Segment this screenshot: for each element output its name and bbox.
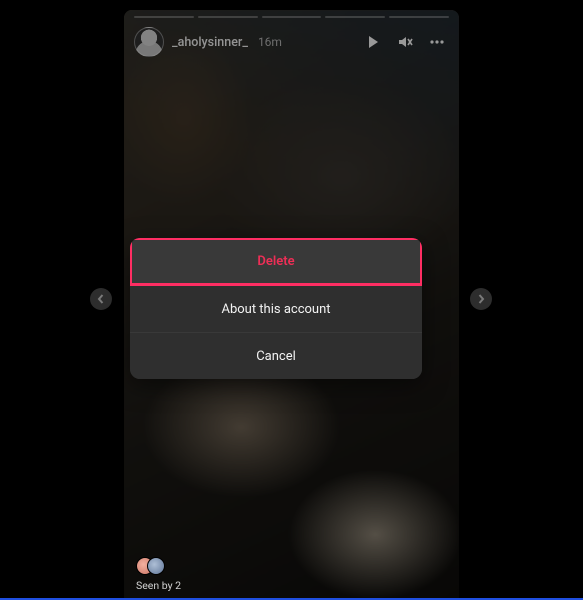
seen-by-avatar [147,557,165,575]
about-account-button[interactable]: About this account [130,285,422,332]
seen-by-avatars[interactable] [136,557,181,575]
story-action-sheet: Delete About this account Cancel [130,238,422,379]
next-story-button[interactable] [470,288,492,310]
seen-by-label[interactable]: Seen by 2 [136,579,181,592]
delete-button[interactable]: Delete [130,238,422,285]
prev-story-button[interactable] [90,288,112,310]
chevron-left-icon [96,294,106,304]
chevron-right-icon [476,294,486,304]
cancel-button[interactable]: Cancel [130,332,422,379]
story-footer: Seen by 2 [136,557,181,592]
